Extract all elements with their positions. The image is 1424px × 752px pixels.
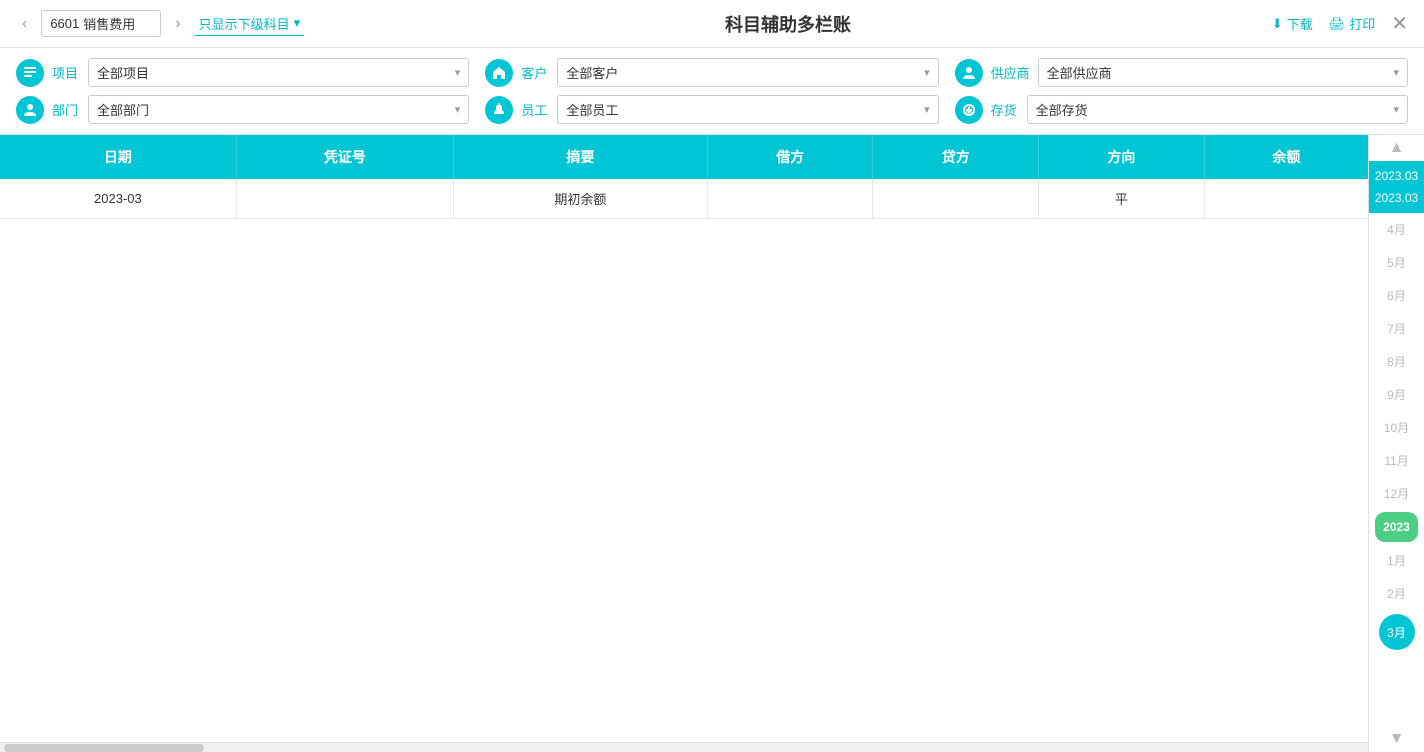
supplier-label: 供应商 xyxy=(991,63,1030,82)
timeline-panel: ▲ 2023.03 2023.03 4月 5月 6月 7月 8月 9月 10月 … xyxy=(1368,135,1424,752)
timeline-month-5[interactable]: 5月 xyxy=(1369,246,1424,279)
download-label: 下载 xyxy=(1287,14,1313,33)
employee-label: 员工 xyxy=(521,100,549,119)
col-direction: 方向 xyxy=(1039,135,1205,179)
department-chevron-icon: ▾ xyxy=(455,103,461,116)
employee-chevron-icon: ▾ xyxy=(924,103,930,116)
col-voucher: 凭证号 xyxy=(236,135,453,179)
cell-date: 2023-03 xyxy=(0,179,236,219)
filter-bar: 项目 全部项目 ▾ 客户 全部客户 ▾ xyxy=(0,48,1424,135)
customer-filter: 客户 全部客户 ▾ xyxy=(485,58,938,87)
cell-summary: 期初余额 xyxy=(453,179,707,219)
timeline-scroll-up-button[interactable]: ▲ xyxy=(1369,135,1424,161)
department-icon xyxy=(16,96,44,124)
timeline-month-8[interactable]: 8月 xyxy=(1369,345,1424,378)
cell-direction: 平 xyxy=(1039,179,1205,219)
show-sub-button[interactable]: 只显示下级科目 ▾ xyxy=(195,12,305,36)
department-filter: 部门 全部部门 ▾ xyxy=(16,95,469,124)
employee-select[interactable]: 全部员工 ▾ xyxy=(557,95,938,124)
main-window: ‹ 6601 销售费用 › 只显示下级科目 ▾ 科目辅助多栏账 ⬇ 下载 🖨 打… xyxy=(0,0,1424,752)
account-name: 销售费用 xyxy=(83,14,135,33)
project-icon xyxy=(16,59,44,87)
horizontal-scrollbar[interactable] xyxy=(0,742,1368,752)
supplier-icon xyxy=(955,59,983,87)
timeline-month-3-active[interactable]: 3月 xyxy=(1379,614,1415,650)
inventory-chevron-icon: ▾ xyxy=(1393,103,1399,116)
timeline-month-12[interactable]: 12月 xyxy=(1369,477,1424,510)
supplier-chevron-icon: ▾ xyxy=(1393,66,1399,79)
table-row: 2023-03 期初余额 平 xyxy=(0,179,1368,219)
employee-select-value: 全部员工 xyxy=(566,100,618,119)
project-label: 项目 xyxy=(52,63,80,82)
inventory-filter: 存货 全部存货 ▾ xyxy=(955,95,1408,124)
timeline-header-2: 2023.03 xyxy=(1369,187,1424,209)
timeline-header: 2023.03 2023.03 xyxy=(1369,161,1424,213)
inventory-select[interactable]: 全部存货 ▾ xyxy=(1027,95,1408,124)
table-header-row: 日期 凭证号 摘要 借方 贷方 方向 余额 xyxy=(0,135,1368,179)
account-code: 6601 xyxy=(50,16,79,31)
chevron-down-icon: ▾ xyxy=(294,15,301,31)
col-balance: 余额 xyxy=(1204,135,1368,179)
timeline-month-2[interactable]: 2月 xyxy=(1369,577,1424,610)
timeline-scroll-down-button[interactable]: ▼ xyxy=(1369,726,1424,752)
print-button[interactable]: 🖨 打印 xyxy=(1329,14,1376,33)
department-select[interactable]: 全部部门 ▾ xyxy=(88,95,469,124)
customer-select[interactable]: 全部客户 ▾ xyxy=(557,58,938,87)
supplier-select[interactable]: 全部供应商 ▾ xyxy=(1038,58,1408,87)
cell-balance xyxy=(1204,179,1368,219)
department-label: 部门 xyxy=(52,100,80,119)
data-table: 日期 凭证号 摘要 借方 贷方 方向 余额 2023-03 期初余额 xyxy=(0,135,1368,219)
project-chevron-icon: ▾ xyxy=(455,66,461,79)
project-select-value: 全部项目 xyxy=(97,63,149,82)
timeline-month-7[interactable]: 7月 xyxy=(1369,312,1424,345)
scrollbar-thumb[interactable] xyxy=(4,744,204,752)
project-select[interactable]: 全部项目 ▾ xyxy=(88,58,469,87)
account-code-box: 6601 销售费用 xyxy=(41,10,161,37)
inventory-select-value: 全部存货 xyxy=(1036,100,1088,119)
customer-chevron-icon: ▾ xyxy=(924,66,930,79)
timeline-month-9[interactable]: 9月 xyxy=(1369,378,1424,411)
title-left: ‹ 6601 销售费用 › 只显示下级科目 ▾ xyxy=(16,10,304,37)
col-credit: 贷方 xyxy=(873,135,1039,179)
timeline-items: 4月 5月 6月 7月 8月 9月 10月 11月 12月 2023 1月 2月… xyxy=(1369,213,1424,726)
timeline-month-11[interactable]: 11月 xyxy=(1369,444,1424,477)
customer-select-value: 全部客户 xyxy=(566,63,618,82)
col-date: 日期 xyxy=(0,135,236,179)
download-button[interactable]: ⬇ 下载 xyxy=(1272,14,1313,33)
col-summary: 摘要 xyxy=(453,135,707,179)
inventory-icon xyxy=(955,96,983,124)
customer-label: 客户 xyxy=(521,63,549,82)
timeline-month-6[interactable]: 6月 xyxy=(1369,279,1424,312)
timeline-month-1[interactable]: 1月 xyxy=(1369,544,1424,577)
download-icon: ⬇ xyxy=(1272,16,1283,32)
timeline-month-4[interactable]: 4月 xyxy=(1369,213,1424,246)
timeline-header-1: 2023.03 xyxy=(1369,165,1424,187)
cell-debit xyxy=(707,179,873,219)
next-account-button[interactable]: › xyxy=(169,13,186,35)
print-icon: 🖨 xyxy=(1329,16,1346,32)
timeline-year-2023[interactable]: 2023 xyxy=(1375,512,1418,542)
employee-icon xyxy=(485,96,513,124)
department-select-value: 全部部门 xyxy=(97,100,149,119)
cell-credit xyxy=(873,179,1039,219)
show-sub-label: 只显示下级科目 xyxy=(199,14,290,33)
main-content: 日期 凭证号 摘要 借方 贷方 方向 余额 2023-03 期初余额 xyxy=(0,135,1424,752)
col-debit: 借方 xyxy=(707,135,873,179)
supplier-filter: 供应商 全部供应商 ▾ xyxy=(955,58,1408,87)
prev-account-button[interactable]: ‹ xyxy=(16,13,33,35)
project-filter: 项目 全部项目 ▾ xyxy=(16,58,469,87)
title-actions: ⬇ 下载 🖨 打印 ✕ xyxy=(1272,14,1408,34)
close-button[interactable]: ✕ xyxy=(1391,14,1408,34)
page-title: 科目辅助多栏账 xyxy=(304,11,1272,37)
cell-voucher xyxy=(236,179,453,219)
title-bar: ‹ 6601 销售费用 › 只显示下级科目 ▾ 科目辅助多栏账 ⬇ 下载 🖨 打… xyxy=(0,0,1424,48)
print-label: 打印 xyxy=(1349,14,1375,33)
inventory-label: 存货 xyxy=(991,100,1019,119)
customer-icon xyxy=(485,59,513,87)
timeline-month-10[interactable]: 10月 xyxy=(1369,411,1424,444)
table-area: 日期 凭证号 摘要 借方 贷方 方向 余额 2023-03 期初余额 xyxy=(0,135,1368,752)
employee-filter: 员工 全部员工 ▾ xyxy=(485,95,938,124)
supplier-select-value: 全部供应商 xyxy=(1047,63,1112,82)
